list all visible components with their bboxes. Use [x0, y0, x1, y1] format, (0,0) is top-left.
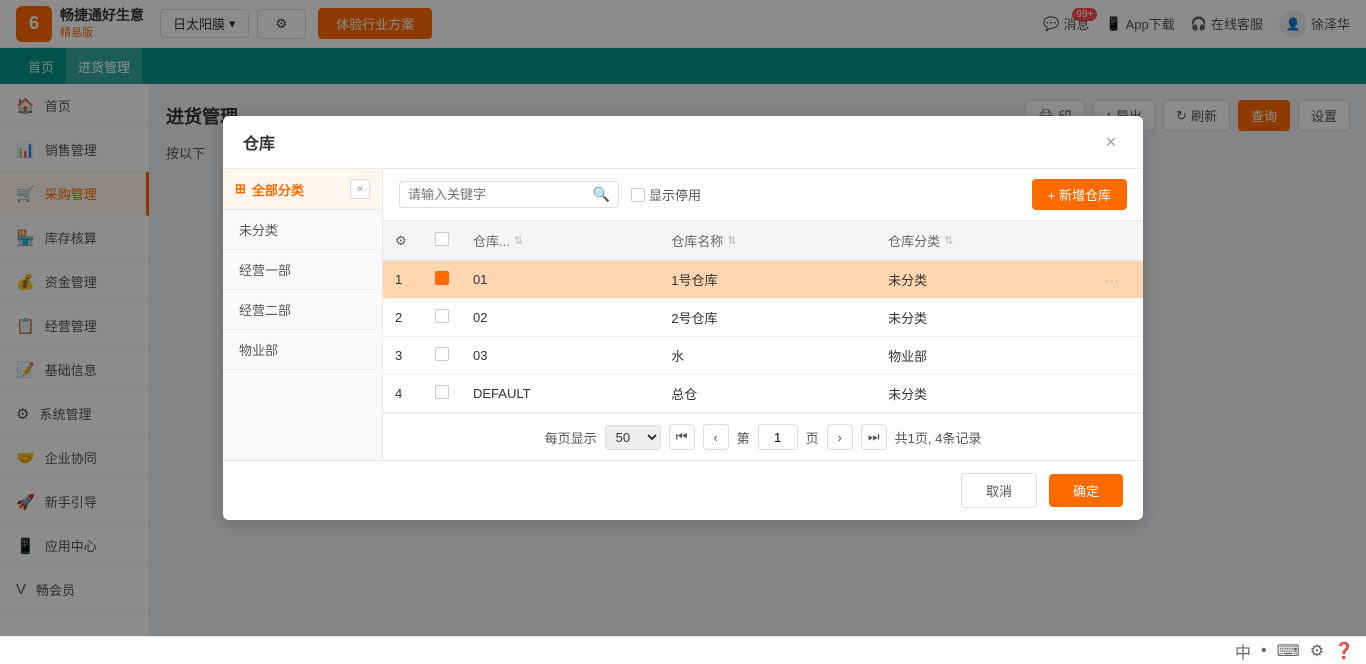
sort-icon-name: ⇅	[727, 234, 736, 247]
data-table: ⚙ 仓库... ⇅	[383, 221, 1143, 413]
dialog-footer: 取消 确定	[223, 460, 1143, 520]
cell-checkbox[interactable]	[423, 337, 461, 375]
th-checkbox	[423, 221, 461, 261]
th-warehouse-code: 仓库... ⇅	[461, 221, 659, 261]
collapse-button[interactable]: «	[350, 179, 370, 199]
search-box: 🔍	[399, 181, 619, 208]
category-item-property[interactable]: 物业部	[223, 330, 382, 370]
cell-index: 3	[383, 337, 423, 375]
table-row[interactable]: 4 DEFAULT 总仓 未分类	[383, 375, 1143, 413]
cell-category: 未分类	[876, 375, 1093, 413]
category-header: ⊞ 全部分类 «	[223, 169, 382, 210]
sort-icon-code: ⇅	[514, 234, 523, 247]
cell-code: DEFAULT	[461, 375, 659, 413]
page-size-label: 每页显示	[545, 428, 597, 447]
dialog-header: 仓库 ×	[223, 116, 1143, 169]
th-actions	[1093, 221, 1143, 261]
th-gear: ⚙	[383, 221, 423, 261]
th-warehouse-category: 仓库分类 ⇅	[876, 221, 1093, 261]
cell-more[interactable]	[1093, 299, 1143, 337]
cell-name: 总仓	[659, 375, 876, 413]
dialog-close-button[interactable]: ×	[1099, 130, 1123, 154]
show-disabled-label[interactable]: 显示停用	[631, 185, 701, 204]
settings-bottom-icon[interactable]: ⚙	[1310, 641, 1324, 661]
search-icon: 🔍	[593, 186, 610, 203]
chinese-icon[interactable]: 中	[1235, 639, 1251, 663]
select-all-checkbox[interactable]	[435, 232, 449, 246]
bottom-bar: 中 • ⌨ ⚙ ❓	[0, 636, 1366, 664]
cell-code: 01	[461, 261, 659, 299]
table-row[interactable]: 1 01 1号仓库 未分类 ···	[383, 261, 1143, 299]
cell-category: 未分类	[876, 299, 1093, 337]
page-size-select[interactable]: 50 20 100	[605, 425, 661, 450]
cell-more[interactable]	[1093, 375, 1143, 413]
keyboard-icon[interactable]: ⌨	[1277, 641, 1300, 661]
cell-category: 物业部	[876, 337, 1093, 375]
prev-page-button[interactable]: ‹	[703, 424, 729, 450]
help-icon[interactable]: ❓	[1334, 641, 1354, 661]
page-section-label: 第	[737, 428, 750, 447]
category-item-unclassified[interactable]: 未分类	[223, 210, 382, 250]
category-item-dept2[interactable]: 经营二部	[223, 290, 382, 330]
gear-col-icon: ⚙	[395, 233, 407, 248]
table-row[interactable]: 2 02 2号仓库 未分类	[383, 299, 1143, 337]
table-header-row: ⚙ 仓库... ⇅	[383, 221, 1143, 261]
pagination-area: 每页显示 50 20 100 ⏮ ‹ 第 页 › ⏭ 共1页, 4条记录	[383, 413, 1143, 460]
cell-index: 2	[383, 299, 423, 337]
category-item-dept1[interactable]: 经营一部	[223, 250, 382, 290]
dialog-right: 🔍 显示停用 + 新增仓库 ⚙	[383, 169, 1143, 460]
next-page-button[interactable]: ›	[827, 424, 853, 450]
cell-index: 1	[383, 261, 423, 299]
search-input[interactable]	[408, 187, 587, 202]
cell-more[interactable]: ···	[1093, 261, 1143, 299]
category-all-label[interactable]: ⊞ 全部分类	[235, 180, 304, 199]
cell-more[interactable]	[1093, 337, 1143, 375]
confirm-button[interactable]: 确定	[1049, 474, 1123, 507]
cell-category: 未分类	[876, 261, 1093, 299]
cell-code: 02	[461, 299, 659, 337]
cell-name: 1号仓库	[659, 261, 876, 299]
show-disabled-checkbox[interactable]	[631, 188, 645, 202]
cell-name: 2号仓库	[659, 299, 876, 337]
cell-checkbox[interactable]	[423, 375, 461, 413]
cell-checkbox[interactable]	[423, 261, 461, 299]
cell-index: 4	[383, 375, 423, 413]
page-label: 页	[806, 428, 819, 447]
th-warehouse-name: 仓库名称 ⇅	[659, 221, 876, 261]
cell-checkbox[interactable]	[423, 299, 461, 337]
cell-name: 水	[659, 337, 876, 375]
dialog-body: ⊞ 全部分类 « 未分类 经营一部 经营二部 物业部	[223, 169, 1143, 460]
pagination-summary: 共1页, 4条记录	[895, 428, 982, 447]
sort-icon-category: ⇅	[944, 234, 953, 247]
add-warehouse-button[interactable]: + 新增仓库	[1032, 179, 1127, 210]
grid-icon: ⊞	[235, 181, 246, 197]
first-page-button[interactable]: ⏮	[669, 424, 695, 450]
category-panel: ⊞ 全部分类 « 未分类 经营一部 经营二部 物业部	[223, 169, 383, 460]
cancel-button[interactable]: 取消	[961, 473, 1037, 508]
dialog-overlay: 仓库 × ⊞ 全部分类 « 未分类 经营一部	[0, 0, 1366, 636]
last-page-button[interactable]: ⏭	[861, 424, 887, 450]
dialog-title: 仓库	[243, 130, 275, 154]
dialog-toolbar: 🔍 显示停用 + 新增仓库	[383, 169, 1143, 221]
page-number-input[interactable]	[758, 424, 798, 450]
table-row[interactable]: 3 03 水 物业部	[383, 337, 1143, 375]
cell-code: 03	[461, 337, 659, 375]
warehouse-dialog: 仓库 × ⊞ 全部分类 « 未分类 经营一部	[223, 116, 1143, 520]
dot-icon: •	[1261, 642, 1267, 660]
